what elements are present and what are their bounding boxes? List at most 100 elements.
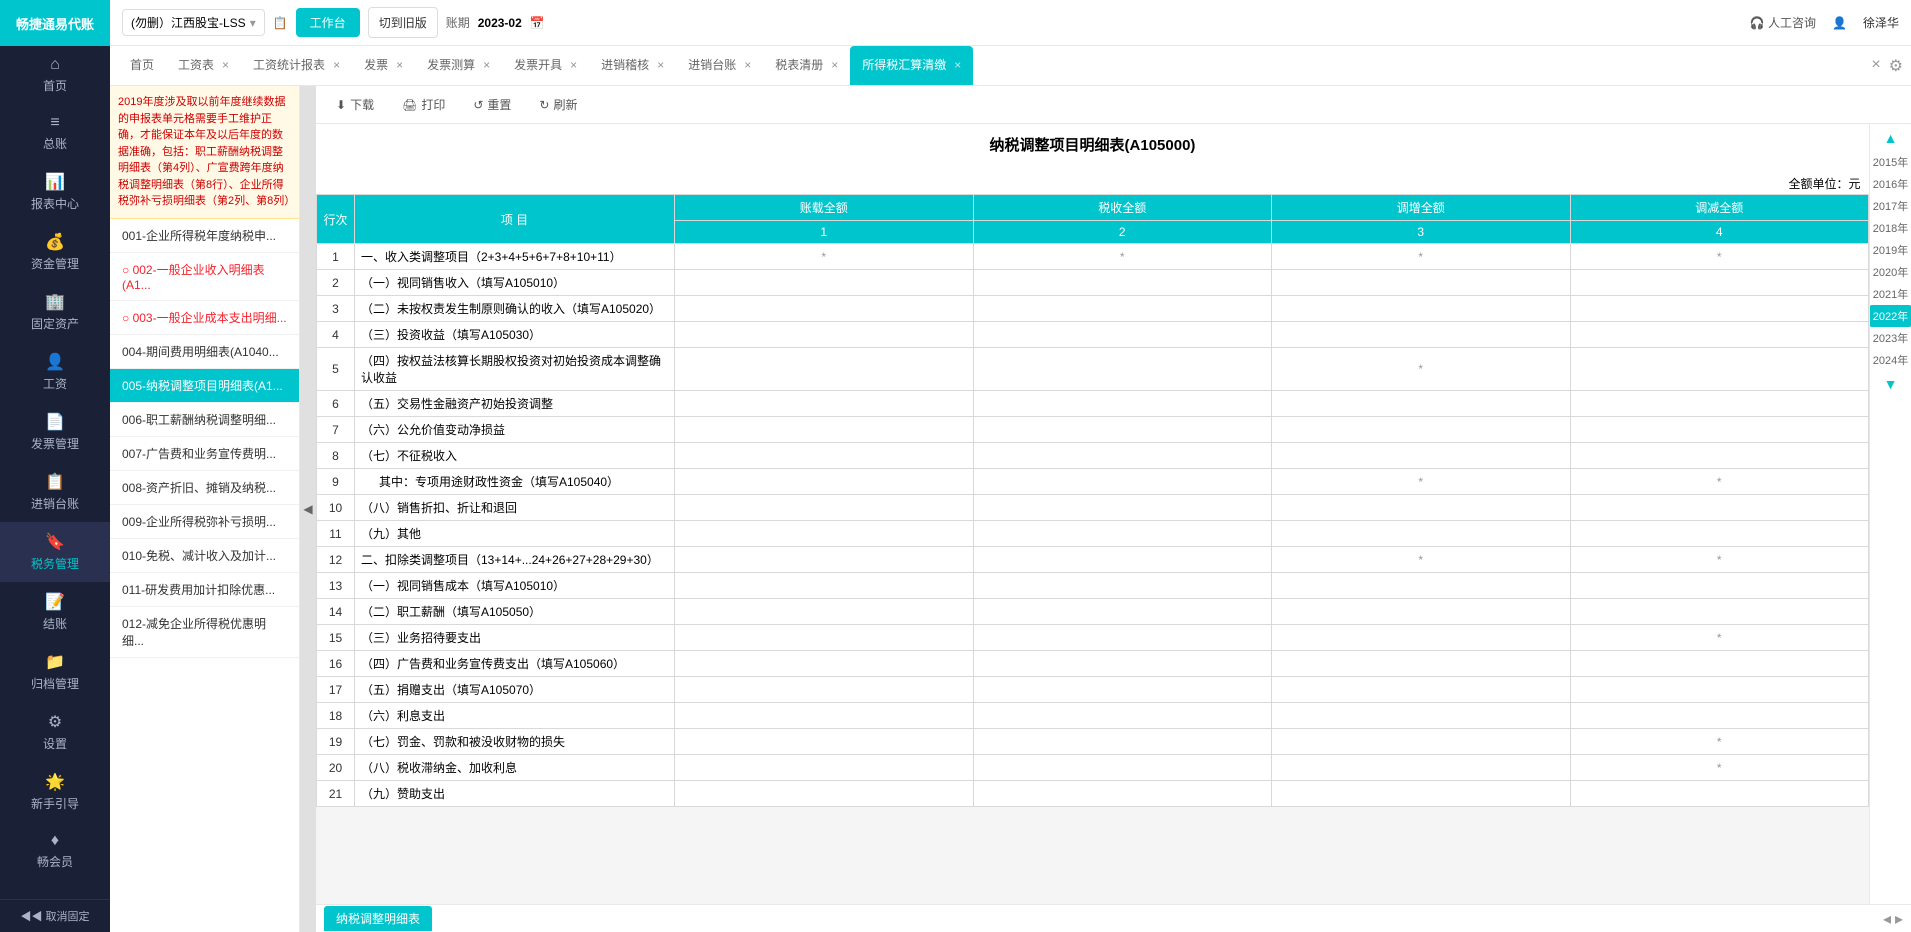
sidebar-item-archive[interactable]: 📁 归档管理 xyxy=(0,642,110,702)
sidebar-item-member[interactable]: ♦ 畅会员 xyxy=(0,822,110,880)
sheet-main[interactable]: 纳税调整项目明细表(A105000) 全额单位：元 行次 项 目 xyxy=(316,124,1869,904)
cell-col1[interactable] xyxy=(675,322,974,348)
cell-col4[interactable]: * xyxy=(1570,547,1869,573)
year-button[interactable]: 2022年 xyxy=(1869,305,1911,327)
cell-col4[interactable] xyxy=(1570,573,1869,599)
reset-button[interactable]: ↺ 重置 xyxy=(465,92,519,117)
cell-xiangmu[interactable]: （八）税收滞纳金、加收利息 xyxy=(355,755,675,781)
sidebar-item-home[interactable]: ⌂ 首页 xyxy=(0,46,110,104)
sidebar-item-purchase[interactable]: 📋 进销台账 xyxy=(0,462,110,522)
collapse-button[interactable]: ◀ xyxy=(300,86,316,932)
cell-xiangmu[interactable]: （五）交易性金融资产初始投资调整 xyxy=(355,391,675,417)
cell-xiangmu[interactable]: （一）视同销售成本（填写A105010） xyxy=(355,573,675,599)
refresh-button[interactable]: ↻ 刷新 xyxy=(531,92,585,117)
cell-col1[interactable]: * xyxy=(675,244,974,270)
cell-col1[interactable] xyxy=(675,391,974,417)
cell-col3[interactable] xyxy=(1272,781,1571,807)
cell-col3[interactable] xyxy=(1272,417,1571,443)
tab-invoice-calc[interactable]: 发票测算 × xyxy=(415,46,502,85)
cell-col1[interactable] xyxy=(675,729,974,755)
year-button[interactable]: 2017年 xyxy=(1869,195,1911,217)
cell-col1[interactable] xyxy=(675,677,974,703)
cell-col2[interactable] xyxy=(973,625,1272,651)
cell-xiangmu[interactable]: （四）按权益法核算长期股权投资对初始投资成本调整确认收益 xyxy=(355,348,675,391)
cell-col1[interactable] xyxy=(675,651,974,677)
cell-col1[interactable] xyxy=(675,573,974,599)
close-icon[interactable]: × xyxy=(483,58,490,72)
tab-salary-stat[interactable]: 工资统计报表 × xyxy=(241,46,352,85)
cell-col4[interactable]: * xyxy=(1570,244,1869,270)
close-icon[interactable]: × xyxy=(831,58,838,72)
cell-col2[interactable] xyxy=(973,443,1272,469)
scroll-down-button[interactable]: ▼ xyxy=(1882,374,1900,394)
tab-invoice-issue[interactable]: 发票开具 × xyxy=(502,46,589,85)
cell-col3[interactable] xyxy=(1272,495,1571,521)
menu-item-009[interactable]: 009-企业所得税弥补亏损明... xyxy=(110,505,299,539)
cell-col2[interactable] xyxy=(973,755,1272,781)
cell-col2[interactable] xyxy=(973,547,1272,573)
cell-xiangmu[interactable]: （四）广告费和业务宣传费支出（填写A105060） xyxy=(355,651,675,677)
cell-col3[interactable] xyxy=(1272,755,1571,781)
cell-col3[interactable]: * xyxy=(1272,348,1571,391)
scroll-up-button[interactable]: ▲ xyxy=(1882,128,1900,148)
cell-col4[interactable]: * xyxy=(1570,755,1869,781)
close-icon[interactable]: × xyxy=(396,58,403,72)
cell-col3[interactable]: * xyxy=(1272,469,1571,495)
cell-col1[interactable] xyxy=(675,547,974,573)
tab-purchase-ledger[interactable]: 进销台账 × xyxy=(676,46,763,85)
cell-col2[interactable] xyxy=(973,599,1272,625)
cell-col3[interactable] xyxy=(1272,625,1571,651)
cell-col2[interactable]: * xyxy=(973,244,1272,270)
cell-col2[interactable] xyxy=(973,270,1272,296)
cell-col4[interactable]: * xyxy=(1570,729,1869,755)
cell-col2[interactable] xyxy=(973,469,1272,495)
menu-item-004[interactable]: 004-期间费用明细表(A1040... xyxy=(110,335,299,369)
sidebar-item-assets[interactable]: 🏢 固定资产 xyxy=(0,282,110,342)
cell-col4[interactable] xyxy=(1570,495,1869,521)
cell-col3[interactable] xyxy=(1272,573,1571,599)
sidebar-item-tax[interactable]: 🔖 税务管理 xyxy=(0,522,110,582)
cell-col1[interactable] xyxy=(675,417,974,443)
cell-col4[interactable]: * xyxy=(1570,625,1869,651)
cell-col4[interactable] xyxy=(1570,677,1869,703)
cell-col1[interactable] xyxy=(675,270,974,296)
cell-col3[interactable] xyxy=(1272,651,1571,677)
cell-col2[interactable] xyxy=(973,495,1272,521)
year-button[interactable]: 2019年 xyxy=(1869,239,1911,261)
cell-col3[interactable] xyxy=(1272,521,1571,547)
cell-xiangmu[interactable]: （一）视同销售收入（填写A105010） xyxy=(355,270,675,296)
year-button[interactable]: 2023年 xyxy=(1869,327,1911,349)
cell-col2[interactable] xyxy=(973,781,1272,807)
cell-xiangmu[interactable]: （二）未按权责发生制原则确认的收入（填写A105020） xyxy=(355,296,675,322)
cell-xiangmu[interactable]: （三）投资收益（填写A105030） xyxy=(355,322,675,348)
close-icon[interactable]: × xyxy=(333,58,340,72)
cell-col4[interactable] xyxy=(1570,296,1869,322)
tab-invoice[interactable]: 发票 × xyxy=(352,46,415,85)
cell-col1[interactable] xyxy=(675,625,974,651)
scroll-left-icon[interactable]: ◂ xyxy=(1883,909,1891,929)
cell-col4[interactable] xyxy=(1570,781,1869,807)
close-icon[interactable]: × xyxy=(954,58,961,72)
cell-col2[interactable] xyxy=(973,677,1272,703)
cell-col3[interactable] xyxy=(1272,391,1571,417)
cell-xiangmu[interactable]: （七）罚金、罚款和被没收财物的损失 xyxy=(355,729,675,755)
cell-col4[interactable] xyxy=(1570,443,1869,469)
tab-income-tax[interactable]: 所得税汇算清缴 × xyxy=(850,46,973,85)
tab-salary[interactable]: 工资表 × xyxy=(166,46,241,85)
cell-col4[interactable] xyxy=(1570,651,1869,677)
cell-xiangmu[interactable]: （九）其他 xyxy=(355,521,675,547)
cell-col1[interactable] xyxy=(675,296,974,322)
cell-col4[interactable] xyxy=(1570,599,1869,625)
cell-col4[interactable] xyxy=(1570,417,1869,443)
old-version-button[interactable]: 切到旧版 xyxy=(368,7,438,38)
menu-item-012[interactable]: 012-减免企业所得税优惠明细... xyxy=(110,607,299,658)
sidebar-item-invoice[interactable]: 📄 发票管理 xyxy=(0,402,110,462)
cell-col4[interactable] xyxy=(1570,348,1869,391)
cell-col3[interactable] xyxy=(1272,703,1571,729)
cell-xiangmu[interactable]: （二）职工薪酬（填写A105050） xyxy=(355,599,675,625)
cell-col4[interactable] xyxy=(1570,391,1869,417)
cell-col4[interactable] xyxy=(1570,521,1869,547)
support-btn[interactable]: 🎧 人工咨询 xyxy=(1750,14,1816,31)
cell-col1[interactable] xyxy=(675,348,974,391)
close-icon[interactable]: × xyxy=(744,58,751,72)
